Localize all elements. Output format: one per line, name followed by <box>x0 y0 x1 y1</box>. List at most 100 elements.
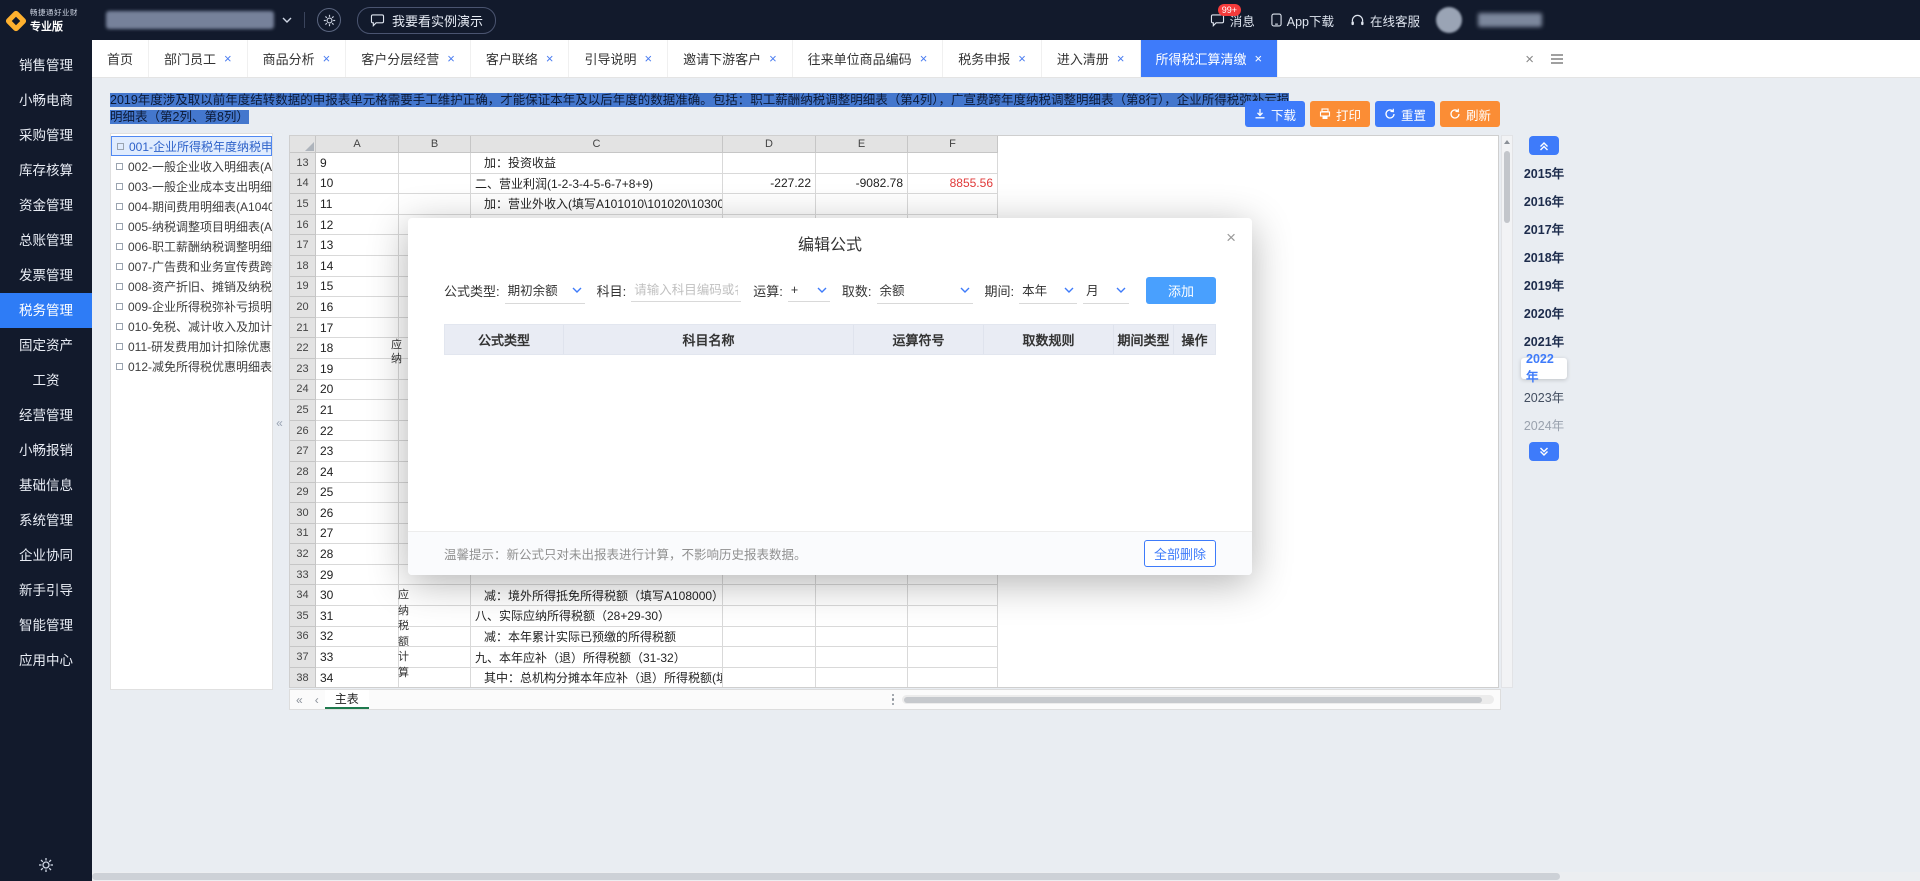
cell-d[interactable]: -227.22 <box>723 173 816 195</box>
online-service-button[interactable]: 在线客服 <box>1350 11 1420 30</box>
row-number[interactable]: 24 <box>290 379 316 401</box>
cell-b[interactable] <box>399 173 471 195</box>
print-button[interactable]: 打印 <box>1309 101 1370 127</box>
row-number[interactable]: 34 <box>290 585 316 607</box>
sidebar-item[interactable]: 资金管理 <box>0 188 92 223</box>
column-header-b[interactable]: B <box>399 136 471 153</box>
cell-d[interactable] <box>723 647 816 668</box>
cell-a[interactable]: 33 <box>316 647 399 668</box>
report-list-item[interactable]: 001-企业所得税年度纳税申... <box>111 136 272 156</box>
row-number[interactable]: 29 <box>290 482 316 504</box>
tab-close-icon[interactable] <box>1018 52 1026 65</box>
cell-c[interactable]: 加：营业外收入(填写A101010\101020\103000) <box>471 194 723 215</box>
sheet-tab-main[interactable]: 主表 <box>324 690 369 709</box>
row-number[interactable]: 35 <box>290 606 316 627</box>
cell-a[interactable]: 14 <box>316 255 399 277</box>
report-list-item[interactable]: 003-一般企业成本支出明细... <box>111 176 272 196</box>
cell-a[interactable]: 28 <box>316 544 399 565</box>
cell-a[interactable]: 21 <box>316 400 399 421</box>
cell-f[interactable] <box>908 626 998 648</box>
vertical-scrollbar[interactable] <box>1501 135 1513 688</box>
cell-c[interactable]: 减：境外所得抵免所得税额（填写A108000） <box>471 585 723 607</box>
row-number[interactable]: 32 <box>290 544 316 565</box>
tab[interactable]: 往来单位商品编码 <box>793 40 944 77</box>
sidebar-item[interactable]: 库存核算 <box>0 153 92 188</box>
cell-a[interactable]: 11 <box>316 194 399 215</box>
cell-c[interactable]: 其中：总机构分摊本年应补（退）所得税额(填写A10900 <box>471 667 723 687</box>
cell-a[interactable]: 31 <box>316 606 399 627</box>
scroll-up-icon[interactable] <box>1502 136 1512 148</box>
row-number[interactable]: 30 <box>290 503 316 524</box>
app-download-button[interactable]: App下载 <box>1271 11 1334 30</box>
tab-close-icon[interactable] <box>546 52 554 65</box>
add-button[interactable]: 添加 <box>1146 277 1216 304</box>
row-number[interactable]: 27 <box>290 441 316 462</box>
sidebar-item[interactable]: 工资 <box>0 363 92 398</box>
cell-a[interactable]: 10 <box>316 173 399 195</box>
cell-a[interactable]: 20 <box>316 379 399 401</box>
row-number[interactable]: 16 <box>290 214 316 236</box>
year-item[interactable]: 2024年 <box>1524 414 1564 435</box>
row-number[interactable]: 36 <box>290 626 316 648</box>
row-number[interactable]: 21 <box>290 317 316 339</box>
cell-a[interactable]: 17 <box>316 317 399 339</box>
more-options-icon[interactable] <box>884 693 903 706</box>
cell-e[interactable] <box>816 626 908 648</box>
operator-select[interactable]: + <box>787 280 830 302</box>
report-list-item[interactable]: 012-减免所得税优惠明细表(... <box>111 356 272 376</box>
tab[interactable]: 部门员工 <box>149 40 248 77</box>
cell-a[interactable]: 27 <box>316 523 399 545</box>
cell-a[interactable]: 16 <box>316 297 399 318</box>
cell-a[interactable]: 19 <box>316 358 399 380</box>
year-item[interactable]: 2021年 <box>1524 330 1564 351</box>
sidebar-item[interactable]: 系统管理 <box>0 503 92 538</box>
report-list-item[interactable]: 011-研发费用加计扣除优惠... <box>111 336 272 356</box>
cell-f[interactable] <box>908 606 998 627</box>
row-number[interactable]: 26 <box>290 420 316 442</box>
row-number[interactable]: 15 <box>290 194 316 215</box>
sidebar-settings-button[interactable] <box>0 857 92 873</box>
cell-c[interactable]: 九、本年应补（退）所得税额（31-32） <box>471 647 723 668</box>
row-number[interactable]: 17 <box>290 235 316 256</box>
cell-c[interactable]: 减：本年累计实际已预缴的所得税额 <box>471 626 723 648</box>
cell-a[interactable]: 32 <box>316 626 399 648</box>
sidebar-item[interactable]: 企业协同 <box>0 538 92 573</box>
cell-a[interactable]: 29 <box>316 564 399 586</box>
report-list-item[interactable]: 010-免税、减计收入及加计... <box>111 316 272 336</box>
years-scroll-up-button[interactable] <box>1529 136 1559 155</box>
cell-f[interactable] <box>908 647 998 668</box>
reset-button[interactable]: 重置 <box>1374 101 1435 127</box>
cell-f[interactable]: 8855.56 <box>908 173 998 195</box>
formula-type-select[interactable]: 期初余额 <box>504 277 585 304</box>
row-number[interactable]: 33 <box>290 564 316 586</box>
report-list-item[interactable]: 006-职工薪酬纳税调整明细... <box>111 236 272 256</box>
cell-a[interactable]: 13 <box>316 235 399 256</box>
column-header-e[interactable]: E <box>816 136 908 153</box>
cell-e[interactable] <box>816 647 908 668</box>
sidebar-item[interactable]: 小畅电商 <box>0 83 92 118</box>
tab-close-icon[interactable] <box>447 52 455 65</box>
sidebar-item[interactable]: 新手引导 <box>0 573 92 608</box>
sidebar-item[interactable]: 固定资产 <box>0 328 92 363</box>
tab[interactable]: 商品分析 <box>248 40 347 77</box>
cell-a[interactable]: 15 <box>316 276 399 298</box>
cell-e[interactable] <box>816 667 908 687</box>
sidebar-item[interactable]: 基础信息 <box>0 468 92 503</box>
cell-a[interactable]: 23 <box>316 441 399 462</box>
cell-c[interactable]: 加：投资收益 <box>471 153 723 174</box>
column-header-a[interactable]: A <box>316 136 399 153</box>
tab-close-icon[interactable] <box>1255 52 1263 65</box>
cell-d[interactable] <box>723 585 816 607</box>
cell-c[interactable]: 二、营业利润(1-2-3-4-5-6-7+8+9) <box>471 173 723 195</box>
row-number[interactable]: 38 <box>290 667 316 687</box>
tab-close-icon[interactable] <box>1117 52 1125 65</box>
tab-close-icon[interactable] <box>224 52 232 65</box>
year-item[interactable]: 2017年 <box>1524 218 1564 239</box>
horizontal-scrollbar-thumb[interactable] <box>904 696 1482 703</box>
cell-e[interactable] <box>816 194 908 215</box>
sidebar-item[interactable]: 税务管理 <box>0 293 92 328</box>
cell-e[interactable] <box>816 153 908 174</box>
cell-b[interactable] <box>399 153 471 174</box>
tab-list-icon[interactable] <box>1550 53 1564 65</box>
row-number[interactable]: 31 <box>290 523 316 545</box>
